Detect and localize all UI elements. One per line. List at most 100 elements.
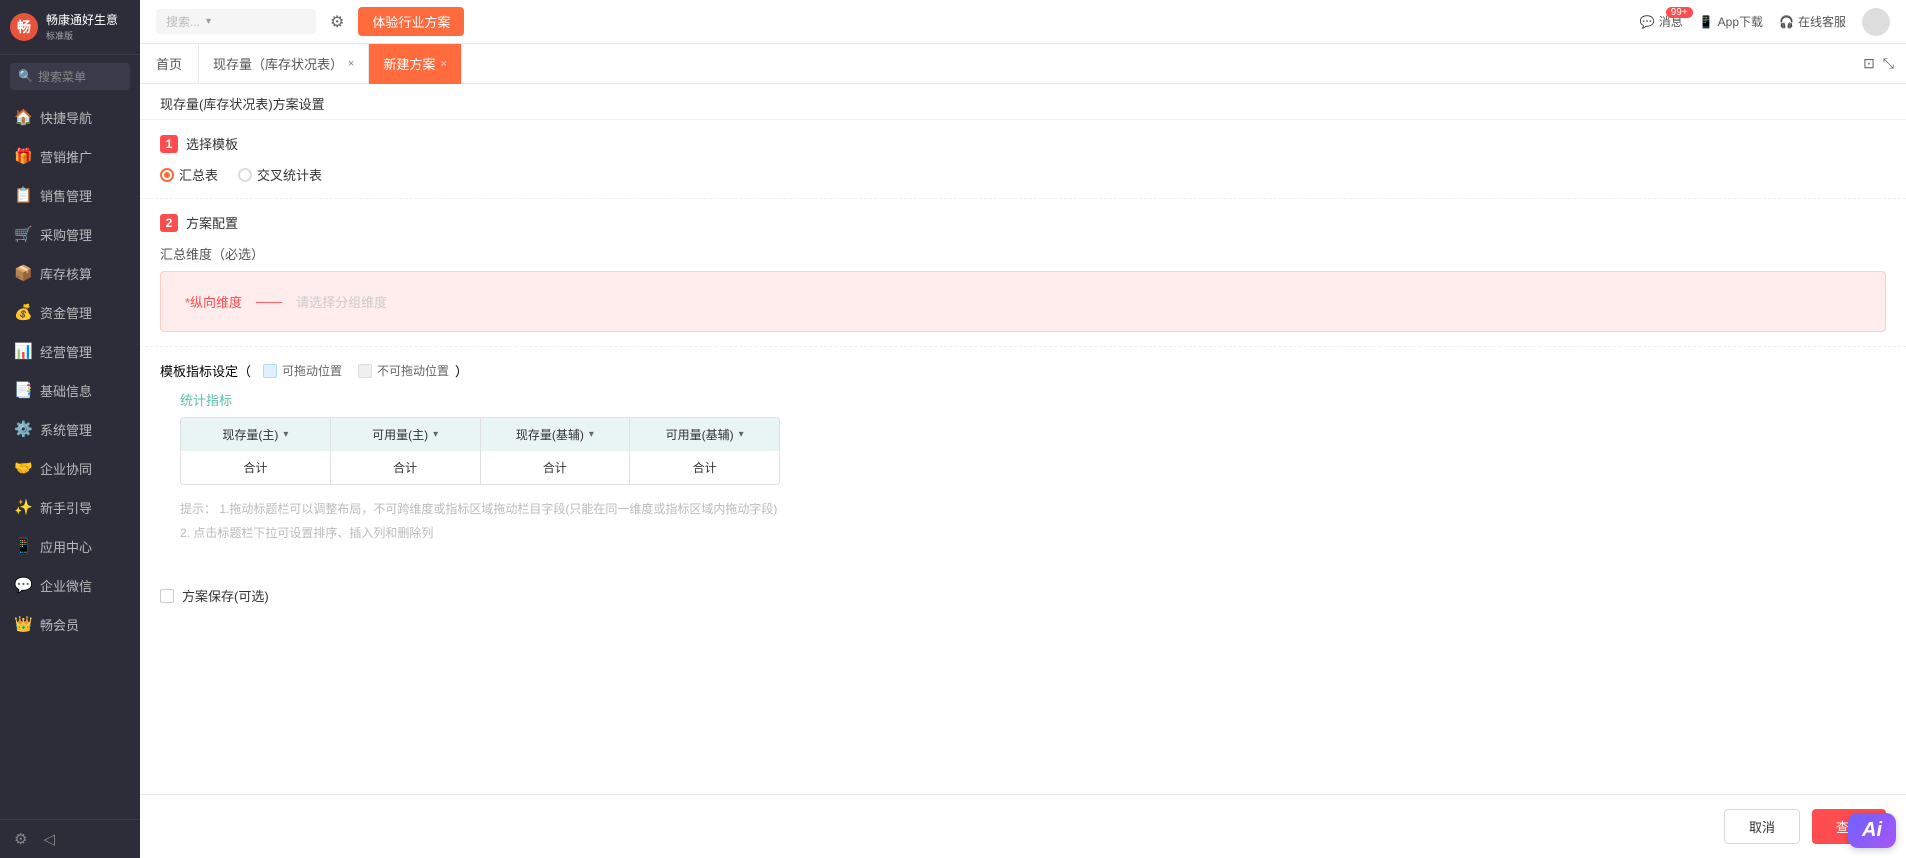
trial-button[interactable]: 体验行业方案 bbox=[358, 7, 464, 36]
section1-title: 选择模板 bbox=[186, 134, 238, 153]
gear-icon[interactable]: ⚙ bbox=[330, 12, 344, 32]
money-icon: 💰 bbox=[14, 303, 32, 321]
handshake-icon: 🤝 bbox=[14, 459, 32, 477]
sidebar: 畅 畅康通好生意 标准版 🔍 搜索菜单 🏠 快捷导航 🎁 营销推广 📋 销售管理… bbox=[0, 0, 140, 858]
star-icon: ✨ bbox=[14, 498, 32, 516]
indicator-legend: 可拖动位置 不可拖动位置 bbox=[263, 362, 449, 379]
stats-col-0-label: 现存量(主) bbox=[222, 426, 278, 443]
tab-new-plan[interactable]: 新建方案 × bbox=[369, 44, 461, 84]
section-choose-template: 1 选择模板 汇总表 交叉统计表 bbox=[140, 120, 1906, 199]
stats-cell-1: 合计 bbox=[331, 451, 481, 484]
sidebar-item-guide[interactable]: ✨ 新手引导 bbox=[0, 488, 140, 527]
sidebar-item-finance[interactable]: 💰 资金管理 bbox=[0, 293, 140, 332]
sidebar-item-quick-nav[interactable]: 🏠 快捷导航 bbox=[0, 98, 140, 137]
collapse-icon[interactable]: ◁ bbox=[43, 830, 55, 848]
cancel-button[interactable]: 取消 bbox=[1724, 809, 1800, 844]
gift-icon: 🎁 bbox=[14, 147, 32, 165]
stats-cell-3: 合计 bbox=[630, 451, 779, 484]
draggable-box bbox=[263, 364, 277, 378]
radio-summary[interactable]: 汇总表 bbox=[160, 165, 218, 184]
main-area: 搜索... ▾ ⚙ 体验行业方案 💬 消息 99+ 📱 App下载 🎧 在线客服 bbox=[140, 0, 1906, 858]
stats-col-0[interactable]: 现存量(主) ▾ bbox=[181, 418, 331, 451]
search-icon: 🔍 bbox=[18, 69, 33, 83]
online-service-label: 在线客服 bbox=[1798, 13, 1846, 30]
sidebar-item-enterprise[interactable]: 🤝 企业协同 bbox=[0, 449, 140, 488]
tab-home[interactable]: 首页 bbox=[140, 44, 199, 84]
sidebar-item-app-center[interactable]: 📱 应用中心 bbox=[0, 527, 140, 566]
legend-not-draggable: 不可拖动位置 bbox=[358, 362, 449, 379]
cart-icon: 🛒 bbox=[14, 225, 32, 243]
tab-new-plan-label: 新建方案 bbox=[383, 54, 435, 73]
not-draggable-box bbox=[358, 364, 372, 378]
template-radio-group: 汇总表 交叉统计表 bbox=[160, 165, 1886, 184]
tab-inventory-status-close[interactable]: × bbox=[348, 58, 354, 70]
messages-item[interactable]: 💬 消息 99+ bbox=[1640, 13, 1683, 30]
radio-summary-circle bbox=[160, 168, 174, 182]
maximize-icon[interactable]: ⤡ bbox=[1883, 55, 1894, 72]
sidebar-item-system[interactable]: ⚙️ 系统管理 bbox=[0, 410, 140, 449]
dimension-required-label: 汇总维度（必选） bbox=[160, 244, 1886, 263]
stats-table-body: 合计 合计 合计 合计 bbox=[181, 451, 779, 484]
sidebar-bottom: ⚙ ◁ bbox=[0, 819, 140, 858]
hints: 提示： 1.拖动标题栏可以调整布局，不可跨维度或指标区域拖动栏目字段(只能在同一… bbox=[160, 485, 1886, 560]
chevron-icon-3: ▾ bbox=[739, 429, 744, 440]
radio-cross[interactable]: 交叉统计表 bbox=[238, 165, 322, 184]
sidebar-item-purchase[interactable]: 🛒 采购管理 bbox=[0, 215, 140, 254]
clipboard-icon: 📋 bbox=[14, 186, 32, 204]
stats-col-3-label: 可用量(基辅) bbox=[666, 426, 734, 443]
topbar: 搜索... ▾ ⚙ 体验行业方案 💬 消息 99+ 📱 App下载 🎧 在线客服 bbox=[140, 0, 1906, 44]
save-label: 方案保存(可选) bbox=[182, 586, 269, 605]
sidebar-item-label: 快捷导航 bbox=[40, 108, 92, 127]
tab-new-plan-close[interactable]: × bbox=[440, 58, 446, 70]
sidebar-item-wechat[interactable]: 💬 企业微信 bbox=[0, 566, 140, 605]
radio-cross-label: 交叉统计表 bbox=[257, 165, 322, 184]
sidebar-item-label: 应用中心 bbox=[40, 537, 92, 556]
stats-cell-0: 合计 bbox=[181, 451, 331, 484]
save-row: 方案保存(可选) bbox=[140, 574, 1906, 617]
ai-badge[interactable]: Ai bbox=[1848, 813, 1896, 848]
sidebar-item-marketing[interactable]: 🎁 营销推广 bbox=[0, 137, 140, 176]
sidebar-nav: 🏠 快捷导航 🎁 营销推广 📋 销售管理 🛒 采购管理 📦 库存核算 💰 资金管… bbox=[0, 98, 140, 819]
tabbar: 首页 现存量（库存状况表） × 新建方案 × ⊡ ⤡ bbox=[140, 44, 1906, 84]
indicator-suffix: ） bbox=[455, 361, 468, 380]
logo-icon: 畅 bbox=[10, 13, 38, 41]
avatar[interactable] bbox=[1862, 8, 1890, 36]
stats-table-header: 现存量(主) ▾ 可用量(主) ▾ 现存量(基辅) ▾ 可用量(基辅) bbox=[181, 418, 779, 451]
sidebar-item-operations[interactable]: 📊 经营管理 bbox=[0, 332, 140, 371]
app-download-item[interactable]: 📱 App下载 bbox=[1699, 13, 1763, 30]
download-icon: 📱 bbox=[1699, 15, 1714, 29]
sidebar-item-basic-info[interactable]: 📑 基础信息 bbox=[0, 371, 140, 410]
topbar-search[interactable]: 搜索... ▾ bbox=[156, 9, 316, 34]
page-title: 现存量(库存状况表)方案设置 bbox=[140, 84, 1906, 120]
radio-summary-label: 汇总表 bbox=[179, 165, 218, 184]
crown-icon: 👑 bbox=[14, 615, 32, 633]
stats-col-2[interactable]: 现存量(基辅) ▾ bbox=[481, 418, 631, 451]
chevron-icon-0: ▾ bbox=[283, 429, 288, 440]
tab-inventory-status[interactable]: 现存量（库存状况表） × bbox=[199, 44, 369, 84]
box-icon: 📦 bbox=[14, 264, 32, 282]
sidebar-item-sales[interactable]: 📋 销售管理 bbox=[0, 176, 140, 215]
sidebar-item-member[interactable]: 👑 畅会员 bbox=[0, 605, 140, 644]
sidebar-search[interactable]: 🔍 搜索菜单 bbox=[10, 63, 130, 90]
save-checkbox[interactable] bbox=[160, 589, 174, 603]
sidebar-item-inventory[interactable]: 📦 库存核算 bbox=[0, 254, 140, 293]
section1-header: 1 选择模板 bbox=[160, 134, 1886, 153]
dimension-dash: —— bbox=[256, 294, 282, 309]
logo-text: 畅康通好生意 标准版 bbox=[46, 12, 118, 42]
stats-col-1[interactable]: 可用量(主) ▾ bbox=[331, 418, 481, 451]
tab-inventory-status-label: 现存量（库存状况表） bbox=[213, 54, 343, 73]
dimension-vertical-label: *纵向维度 bbox=[185, 292, 242, 311]
footer: 取消 查询 bbox=[140, 794, 1906, 858]
dimension-placeholder: 请选择分组维度 bbox=[296, 292, 387, 311]
restore-icon[interactable]: ⊡ bbox=[1863, 55, 1875, 72]
chevron-down-icon: ▾ bbox=[206, 16, 211, 27]
online-service-item[interactable]: 🎧 在线客服 bbox=[1779, 13, 1846, 30]
sidebar-item-label: 销售管理 bbox=[40, 186, 92, 205]
stats-col-3[interactable]: 可用量(基辅) ▾ bbox=[630, 418, 779, 451]
sidebar-item-label: 库存核算 bbox=[40, 264, 92, 283]
settings-bottom-icon[interactable]: ⚙ bbox=[14, 830, 27, 848]
dimension-box[interactable]: *纵向维度 —— 请选择分组维度 bbox=[160, 271, 1886, 332]
topbar-search-text: 搜索... bbox=[166, 13, 200, 30]
stats-cell-2: 合计 bbox=[481, 451, 631, 484]
window-controls: ⊡ ⤡ bbox=[1851, 55, 1906, 72]
